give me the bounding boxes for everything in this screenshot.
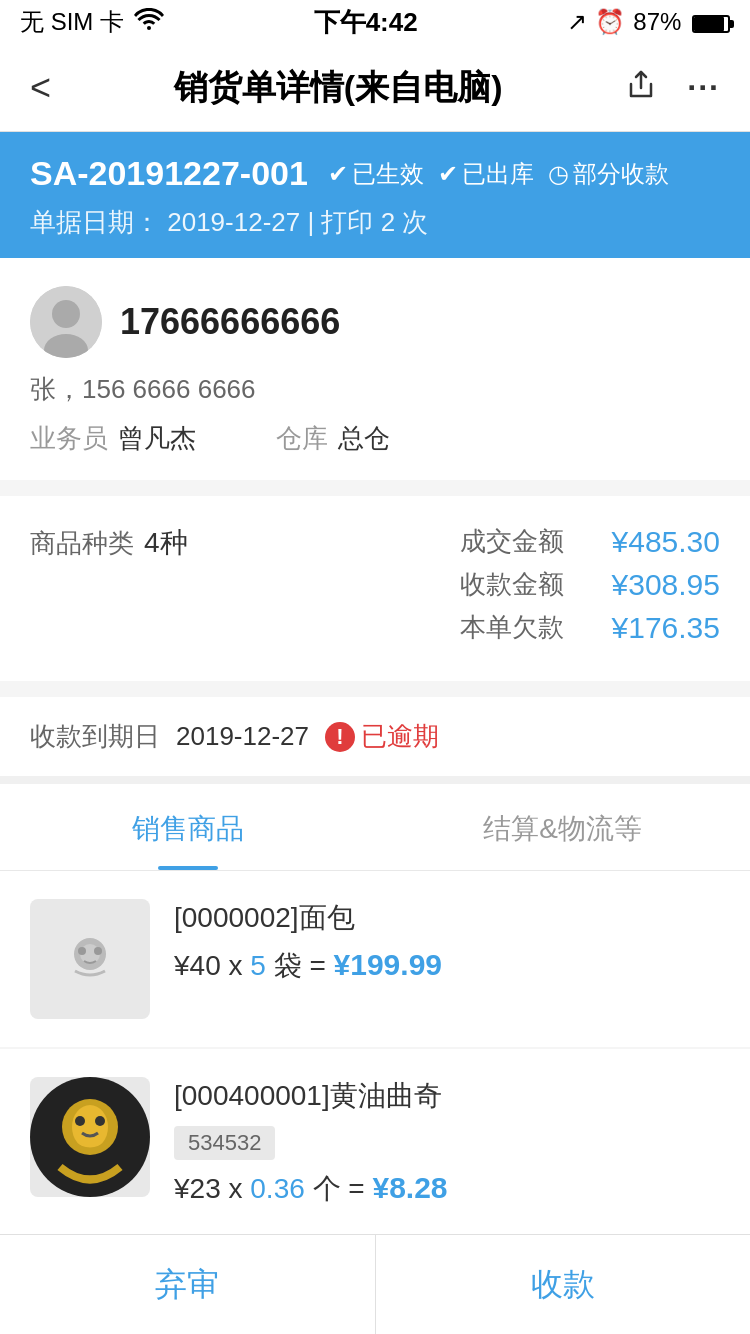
status-badges: 已生效 已出库 部分收款 <box>328 158 669 190</box>
customer-section: 17666666666 张，156 6666 6666 业务员 曾凡杰 仓库 总… <box>0 258 750 480</box>
share-icon[interactable] <box>625 68 657 108</box>
confirm-button[interactable]: 收款 <box>376 1235 751 1334</box>
avatar <box>30 286 102 358</box>
deal-amount-line: 成交金额 ¥485.30 <box>460 524 720 559</box>
table-row: [0000002]面包 ¥40 x 5 袋 = ¥199.99 <box>0 871 750 1047</box>
warehouse-label: 仓库 <box>276 421 328 456</box>
product-name-1: [0000002]面包 <box>174 899 720 937</box>
warehouse-meta: 仓库 总仓 <box>276 421 390 456</box>
battery-icon <box>692 15 730 33</box>
deal-amount-label: 成交金额 <box>460 524 564 559</box>
product-list: [0000002]面包 ¥40 x 5 袋 = ¥199.99 <box>0 871 750 1236</box>
product-qty-1: 5 <box>250 950 266 981</box>
status-left: 无 SIM 卡 <box>20 6 164 38</box>
page-title: 销货单详情(来自电脑) <box>174 65 503 111</box>
product-total-1: ¥199.99 <box>334 948 442 981</box>
product-types-value: 4种 <box>144 524 188 562</box>
product-name-2: [000400001]黄油曲奇 <box>174 1077 720 1115</box>
product-tag-2: 534532 <box>174 1126 275 1160</box>
customer-meta: 业务员 曾凡杰 仓库 总仓 <box>30 421 720 456</box>
debt-amount-line: 本单欠款 ¥176.35 <box>460 610 720 645</box>
received-amount-label: 收款金额 <box>460 567 564 602</box>
alarm-icon: ⏰ <box>595 8 625 36</box>
banner-row2: 单据日期： 2019-12-27 | 打印 2 次 <box>30 205 720 240</box>
stats-section: 商品种类 4种 成交金额 ¥485.30 收款金额 ¥308.95 本单欠款 ¥… <box>0 496 750 681</box>
tab-settlement[interactable]: 结算&物流等 <box>375 784 750 870</box>
status-time: 下午4:42 <box>314 5 418 40</box>
svg-point-11 <box>95 1116 105 1126</box>
customer-name: 张，156 6666 6666 <box>30 372 720 407</box>
product-types-label: 商品种类 <box>30 526 134 561</box>
product-info-2: [000400001]黄油曲奇 534532 ¥23 x 0.36 个 = ¥8… <box>174 1077 720 1208</box>
nav-actions: ··· <box>625 68 720 108</box>
order-banner: SA-20191227-001 已生效 已出库 部分收款 单据日期： 2019-… <box>0 132 750 258</box>
salesman-label: 业务员 <box>30 421 108 456</box>
salesman-meta: 业务员 曾凡杰 <box>30 421 196 456</box>
salesman-value: 曾凡杰 <box>118 421 196 456</box>
product-thumbnail-1 <box>30 899 150 1019</box>
order-id: SA-20191227-001 <box>30 154 308 193</box>
table-row: [000400001]黄油曲奇 534532 ¥23 x 0.36 个 = ¥8… <box>0 1049 750 1236</box>
customer-phone: 17666666666 <box>120 301 340 343</box>
debt-amount-label: 本单欠款 <box>460 610 564 645</box>
status-right: ↗ ⏰ 87% <box>567 8 730 36</box>
nav-bar: < 销货单详情(来自电脑) ··· <box>0 44 750 132</box>
warehouse-value: 总仓 <box>338 421 390 456</box>
due-date-value: 2019-12-27 <box>176 721 309 752</box>
wifi-icon <box>134 8 164 36</box>
received-amount-value: ¥308.95 <box>580 568 720 602</box>
battery-label: 87% <box>633 8 730 36</box>
product-thumbnail-2 <box>30 1077 150 1197</box>
product-price-2: ¥23 x 0.36 个 = ¥8.28 <box>174 1170 720 1208</box>
status-active: 已生效 <box>328 158 424 190</box>
status-bar: 无 SIM 卡 下午4:42 ↗ ⏰ 87% <box>0 0 750 44</box>
product-price-1: ¥40 x 5 袋 = ¥199.99 <box>174 947 720 985</box>
status-partial: 部分收款 <box>548 158 669 190</box>
received-amount-line: 收款金额 ¥308.95 <box>460 567 720 602</box>
amount-stats: 成交金额 ¥485.30 收款金额 ¥308.95 本单欠款 ¥176.35 <box>460 524 720 653</box>
status-shipped: 已出库 <box>438 158 534 190</box>
debt-amount-value: ¥176.35 <box>580 611 720 645</box>
overdue-text: 已逾期 <box>361 719 439 754</box>
svg-point-6 <box>94 947 102 955</box>
svg-point-5 <box>78 947 86 955</box>
product-total-2: ¥8.28 <box>372 1171 447 1204</box>
back-button[interactable]: < <box>30 67 51 109</box>
tab-sales-products[interactable]: 销售商品 <box>0 784 375 870</box>
more-icon[interactable]: ··· <box>687 69 720 106</box>
tabs-row: 销售商品 结算&物流等 <box>0 784 750 871</box>
svg-point-9 <box>72 1105 108 1149</box>
svg-point-10 <box>75 1116 85 1126</box>
cancel-button[interactable]: 弃审 <box>0 1235 376 1334</box>
stats-row: 商品种类 4种 成交金额 ¥485.30 收款金额 ¥308.95 本单欠款 ¥… <box>30 524 720 653</box>
deal-amount-value: ¥485.30 <box>580 525 720 559</box>
due-section: 收款到期日 2019-12-27 ! 已逾期 <box>0 697 750 784</box>
overdue-badge: ! 已逾期 <box>325 719 439 754</box>
svg-point-1 <box>52 300 80 328</box>
sim-label: 无 SIM 卡 <box>20 6 124 38</box>
product-qty-2: 0.36 <box>250 1173 305 1204</box>
customer-header: 17666666666 <box>30 286 720 358</box>
banner-row1: SA-20191227-001 已生效 已出库 部分收款 <box>30 154 720 193</box>
bottom-bar: 弃审 收款 <box>0 1234 750 1334</box>
due-date-label: 收款到期日 <box>30 719 160 754</box>
product-types: 商品种类 4种 <box>30 524 188 562</box>
location-icon: ↗ <box>567 8 587 36</box>
product-info-1: [0000002]面包 ¥40 x 5 袋 = ¥199.99 <box>174 899 720 985</box>
overdue-icon: ! <box>325 722 355 752</box>
